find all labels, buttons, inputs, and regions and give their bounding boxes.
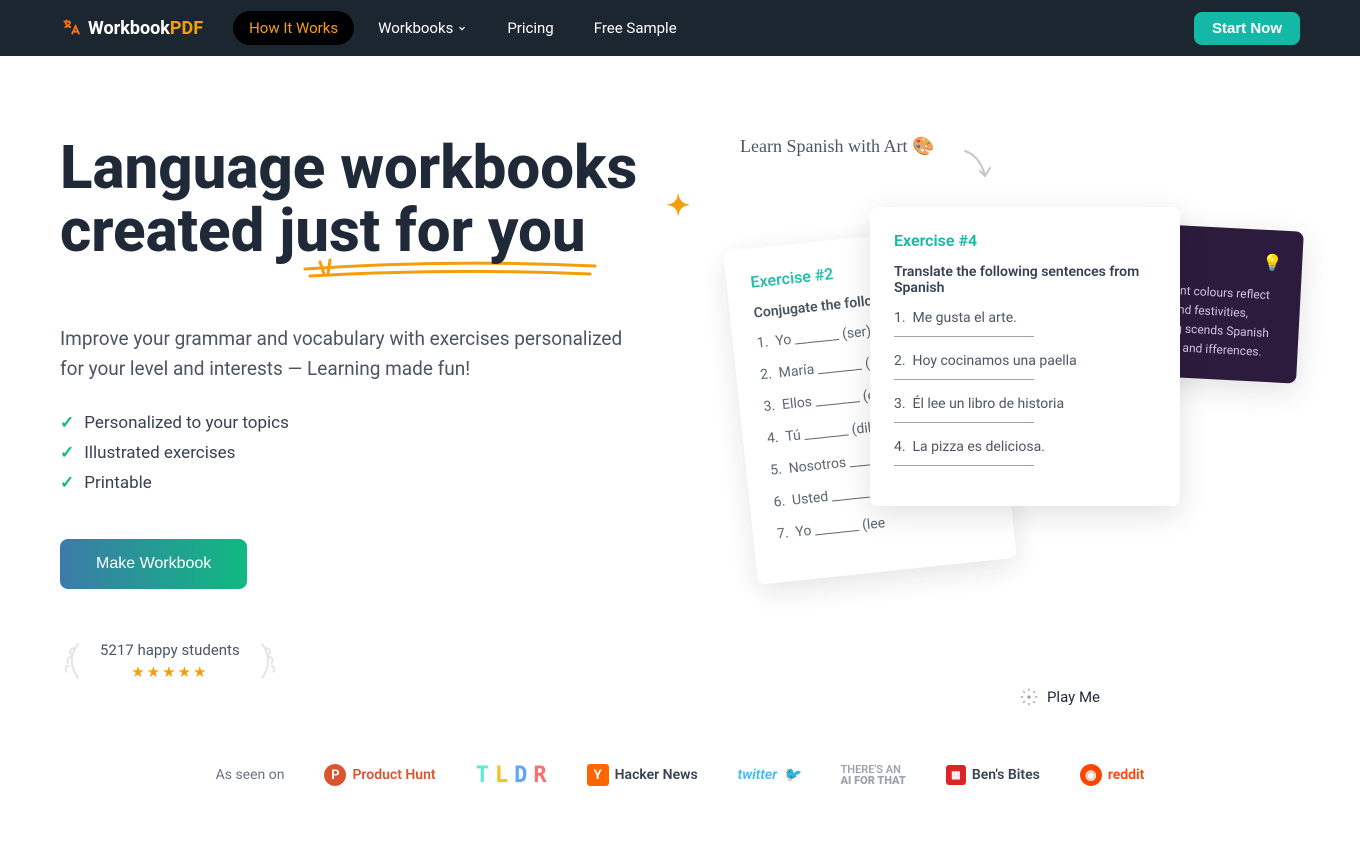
start-now-button[interactable]: Start Now bbox=[1194, 12, 1300, 45]
check-icon: ✓ bbox=[60, 443, 74, 463]
as-seen-on: As seen on PProduct Hunt TLDR YHacker Ne… bbox=[0, 723, 1360, 828]
chevron-down-icon bbox=[457, 23, 467, 33]
arrow-icon bbox=[960, 146, 1000, 186]
nav-pricing[interactable]: Pricing bbox=[491, 11, 569, 45]
nav-free-sample[interactable]: Free Sample bbox=[578, 11, 693, 45]
feature-item: ✓Printable bbox=[60, 473, 680, 493]
hero-title: Language workbooks created just for you … bbox=[60, 136, 680, 262]
laurel-right-icon bbox=[252, 639, 280, 683]
hero: Language workbooks created just for you … bbox=[0, 56, 1360, 723]
hero-left: Language workbooks created just for you … bbox=[60, 136, 680, 683]
feature-item: ✓Illustrated exercises bbox=[60, 443, 680, 463]
exercise-list: 1. Me gusta el arte. 2. Hoy cocinamos un… bbox=[894, 310, 1156, 466]
nav-how-it-works[interactable]: How It Works bbox=[233, 11, 354, 45]
play-me-button[interactable]: Play Me bbox=[1019, 687, 1100, 707]
nav: How It Works Workbooks Pricing Free Samp… bbox=[233, 11, 693, 45]
brand-product-hunt[interactable]: PProduct Hunt bbox=[324, 764, 435, 786]
students-badge: 5217 happy students ★★★★★ bbox=[60, 639, 680, 683]
product-hunt-icon: P bbox=[324, 764, 346, 786]
brand-theres-an-ai[interactable]: THERE'S ANAI FOR THAT bbox=[841, 764, 906, 786]
reddit-icon: ◉ bbox=[1080, 764, 1102, 786]
sparkle-icon: ✦ bbox=[667, 191, 690, 220]
brand-hacker-news[interactable]: YHacker News bbox=[587, 764, 698, 786]
hero-subtitle: Improve your grammar and vocabulary with… bbox=[60, 324, 630, 385]
brand-twitter[interactable]: twitter🐦 bbox=[738, 767, 801, 783]
cards-preview: Exercise #2 Conjugate the followi 1. Yo … bbox=[720, 197, 1300, 647]
hand-label: Learn Spanish with Art 🎨 bbox=[740, 136, 1300, 157]
as-seen-on-label: As seen on bbox=[216, 767, 285, 783]
laurel-left-icon bbox=[60, 639, 88, 683]
cursor-icon bbox=[1019, 687, 1039, 707]
features-list: ✓Personalized to your topics ✓Illustrate… bbox=[60, 413, 680, 493]
make-workbook-button[interactable]: Make Workbook bbox=[60, 539, 247, 589]
exercise-prompt: Translate the following sentences from S… bbox=[894, 264, 1156, 296]
logo[interactable]: WorkbookPDF bbox=[60, 17, 203, 39]
exercise-card-4: Exercise #4 Translate the following sent… bbox=[870, 207, 1180, 506]
logo-text: WorkbookPDF bbox=[88, 18, 203, 39]
header: WorkbookPDF How It Works Workbooks Prici… bbox=[0, 0, 1360, 56]
students-count: 5217 happy students bbox=[100, 641, 240, 659]
exercise-title: Exercise #4 bbox=[894, 231, 1156, 250]
brand-tldr[interactable]: TLDR bbox=[476, 763, 547, 788]
feature-item: ✓Personalized to your topics bbox=[60, 413, 680, 433]
check-icon: ✓ bbox=[60, 473, 74, 493]
hero-right: Learn Spanish with Art 🎨 Exercise #2 Con… bbox=[720, 136, 1300, 683]
twitter-icon: 🐦 bbox=[783, 767, 800, 783]
nav-workbooks[interactable]: Workbooks bbox=[362, 11, 483, 45]
translate-icon bbox=[60, 17, 82, 39]
brand-bens-bites[interactable]: ▦Ben's Bites bbox=[946, 765, 1040, 785]
check-icon: ✓ bbox=[60, 413, 74, 433]
bens-bites-icon: ▦ bbox=[946, 765, 966, 785]
star-rating: ★★★★★ bbox=[100, 663, 240, 681]
hacker-news-icon: Y bbox=[587, 764, 609, 786]
brand-reddit[interactable]: ◉reddit bbox=[1080, 764, 1145, 786]
